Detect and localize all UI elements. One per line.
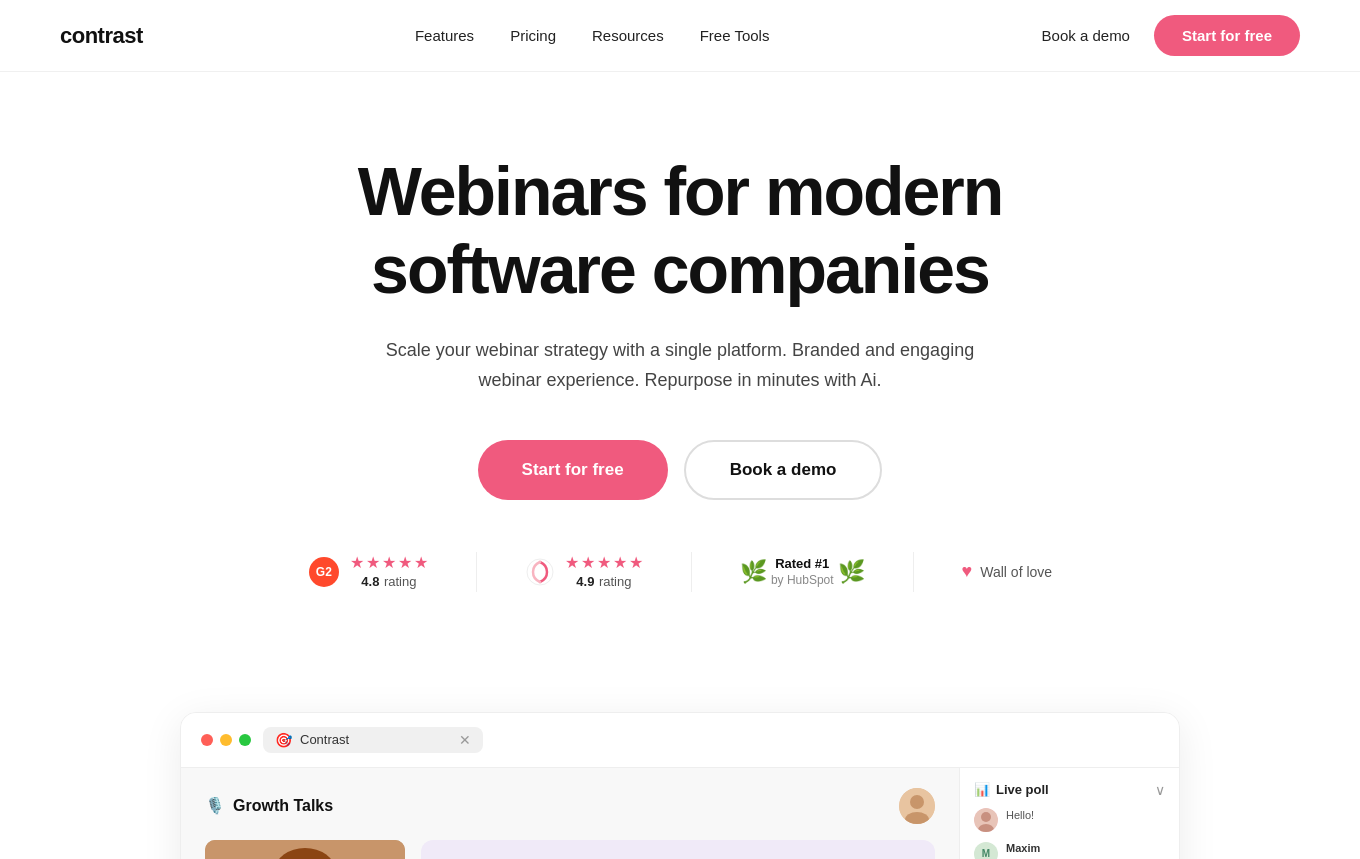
nav-features[interactable]: Features	[415, 27, 474, 44]
video-thumbnail	[205, 840, 405, 859]
start-free-button-hero[interactable]: Start for free	[478, 440, 668, 500]
laurel-right-icon: 🌿	[838, 559, 865, 585]
g2-score-label: 4.8 rating	[350, 572, 428, 590]
laurel-wrap: 🌿 Rated #1 by HubSpot 🌿	[740, 556, 865, 587]
window-controls	[201, 734, 251, 746]
hubspot-rating: 🌿 Rated #1 by HubSpot 🌿	[740, 556, 865, 587]
nav-free-tools[interactable]: Free Tools	[700, 27, 770, 44]
chat-message-1: Hello!	[974, 808, 1165, 832]
hero-headline: Webinars for modern software companies	[290, 152, 1070, 308]
content-area: POLL RESULTS Which marketing channel has…	[205, 840, 935, 859]
g2-stars: ★ ★ ★ ★ ★	[350, 553, 428, 572]
maximize-window-button[interactable]	[239, 734, 251, 746]
laurel-left-icon: 🌿	[740, 559, 767, 585]
msg-content-2: Maxim Where're you joining from? We're i…	[1006, 842, 1165, 859]
navigation: contrast Features Pricing Resources Free…	[0, 0, 1360, 72]
heart-icon: ♥	[962, 561, 973, 582]
tab-title: Contrast	[300, 732, 349, 747]
sidebar-header: 📊 Live poll ∨	[974, 782, 1165, 798]
close-window-button[interactable]	[201, 734, 213, 746]
nav-links: Features Pricing Resources Free Tools	[415, 27, 770, 44]
app-body: 🎙️ Growth Talks	[181, 768, 1179, 859]
book-demo-button-hero[interactable]: Book a demo	[684, 440, 883, 500]
hero-section: Webinars for modern software companies S…	[0, 72, 1360, 712]
app-preview: 🎯 Contrast ✕ 🎙️ Growth Talks	[180, 712, 1180, 859]
webinar-title: 🎙️ Growth Talks	[205, 796, 333, 815]
webinar-icon: 🎙️	[205, 796, 225, 815]
minimize-window-button[interactable]	[220, 734, 232, 746]
app-sidebar: 📊 Live poll ∨	[959, 768, 1179, 859]
hero-cta-buttons: Start for free Book a demo	[40, 440, 1320, 500]
sidebar-title: 📊 Live poll	[974, 782, 1049, 797]
book-demo-link[interactable]: Book a demo	[1042, 27, 1130, 44]
app-preview-wrapper: 🎯 Contrast ✕ 🎙️ Growth Talks	[0, 712, 1360, 859]
capterra-rating: ★ ★ ★ ★ ★ 4.9 rating	[525, 553, 643, 590]
wall-of-love: ♥ Wall of love	[962, 561, 1053, 582]
msg-content-1: Hello!	[1006, 808, 1165, 832]
nav-right: Book a demo Start for free	[1042, 15, 1300, 56]
webinar-title-row: 🎙️ Growth Talks	[205, 788, 935, 824]
nav-pricing[interactable]: Pricing	[510, 27, 556, 44]
msg-avatar-2: M	[974, 842, 998, 859]
g2-rating: G2 ★ ★ ★ ★ ★ 4.8 rating	[308, 553, 428, 590]
logo[interactable]: contrast	[60, 23, 143, 49]
divider-1	[476, 552, 477, 592]
nav-resources[interactable]: Resources	[592, 27, 664, 44]
expand-icon[interactable]: ∨	[1155, 782, 1165, 798]
tab-close-icon[interactable]: ✕	[459, 732, 471, 748]
app-main-content: 🎙️ Growth Talks	[181, 768, 959, 859]
chat-message-2: M Maxim Where're you joining from? We're…	[974, 842, 1165, 859]
chat-messages: Hello! M Maxim Where're you joining from…	[974, 808, 1165, 859]
tab-favicon: 🎯	[275, 732, 292, 748]
svg-point-2	[910, 795, 924, 809]
g2-rating-details: ★ ★ ★ ★ ★ 4.8 rating	[350, 553, 428, 590]
logo-text: contrast	[60, 23, 143, 49]
svg-point-11	[981, 812, 991, 822]
capterra-icon	[525, 557, 555, 587]
divider-2	[691, 552, 692, 592]
start-free-button-nav[interactable]: Start for free	[1154, 15, 1300, 56]
divider-3	[913, 552, 914, 592]
bar-chart-icon: 📊	[974, 782, 990, 797]
hubspot-badge: Rated #1 by HubSpot	[771, 556, 834, 587]
host-avatar	[899, 788, 935, 824]
capterra-stars: ★ ★ ★ ★ ★	[565, 553, 643, 572]
browser-tab[interactable]: 🎯 Contrast ✕	[263, 727, 483, 753]
capterra-score-label: 4.9 rating	[565, 572, 643, 590]
capterra-rating-details: ★ ★ ★ ★ ★ 4.9 rating	[565, 553, 643, 590]
app-titlebar: 🎯 Contrast ✕	[181, 713, 1179, 768]
poll-results-card: POLL RESULTS Which marketing channel has…	[421, 840, 935, 859]
g2-icon: G2	[308, 556, 340, 588]
hero-subtitle: Scale your webinar strategy with a singl…	[380, 336, 980, 395]
msg-avatar-1	[974, 808, 998, 832]
ratings-row: G2 ★ ★ ★ ★ ★ 4.8 rating	[40, 552, 1320, 592]
